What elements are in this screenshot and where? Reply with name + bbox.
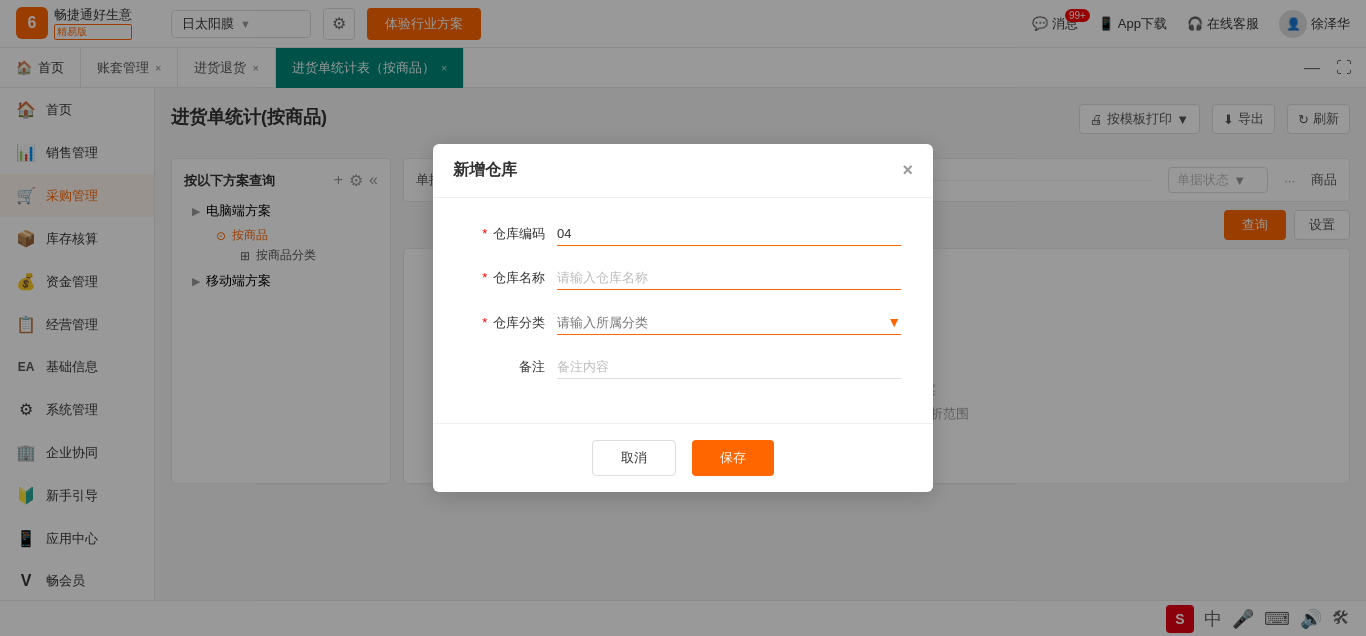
new-warehouse-modal: 新增仓库 × * 仓库编码 * 仓库名称 (433, 144, 933, 492)
category-select[interactable]: ▼ (557, 310, 901, 335)
save-button[interactable]: 保存 (692, 440, 774, 476)
name-input[interactable] (557, 266, 901, 290)
modal-header: 新增仓库 × (433, 144, 933, 198)
form-row-code: * 仓库编码 (465, 222, 901, 246)
form-row-category: * 仓库分类 ▼ (465, 310, 901, 335)
category-label: * 仓库分类 (465, 314, 545, 332)
category-required-mark: * (482, 315, 487, 330)
form-row-note: 备注 (465, 355, 901, 379)
modal-footer: 取消 保存 (433, 423, 933, 492)
modal-overlay: 新增仓库 × * 仓库编码 * 仓库名称 (0, 0, 1366, 636)
note-input[interactable] (557, 355, 901, 379)
category-input[interactable] (557, 315, 887, 330)
code-label: * 仓库编码 (465, 225, 545, 243)
name-label: * 仓库名称 (465, 269, 545, 287)
category-dropdown-arrow: ▼ (887, 314, 901, 330)
modal-body: * 仓库编码 * 仓库名称 * 仓库分类 (433, 198, 933, 423)
code-required-mark: * (482, 226, 487, 241)
name-required-mark: * (482, 270, 487, 285)
cancel-button[interactable]: 取消 (592, 440, 676, 476)
note-label: 备注 (465, 358, 545, 376)
code-input[interactable] (557, 222, 901, 246)
modal-close-button[interactable]: × (902, 160, 913, 181)
modal-title: 新增仓库 (453, 160, 517, 181)
form-row-name: * 仓库名称 (465, 266, 901, 290)
